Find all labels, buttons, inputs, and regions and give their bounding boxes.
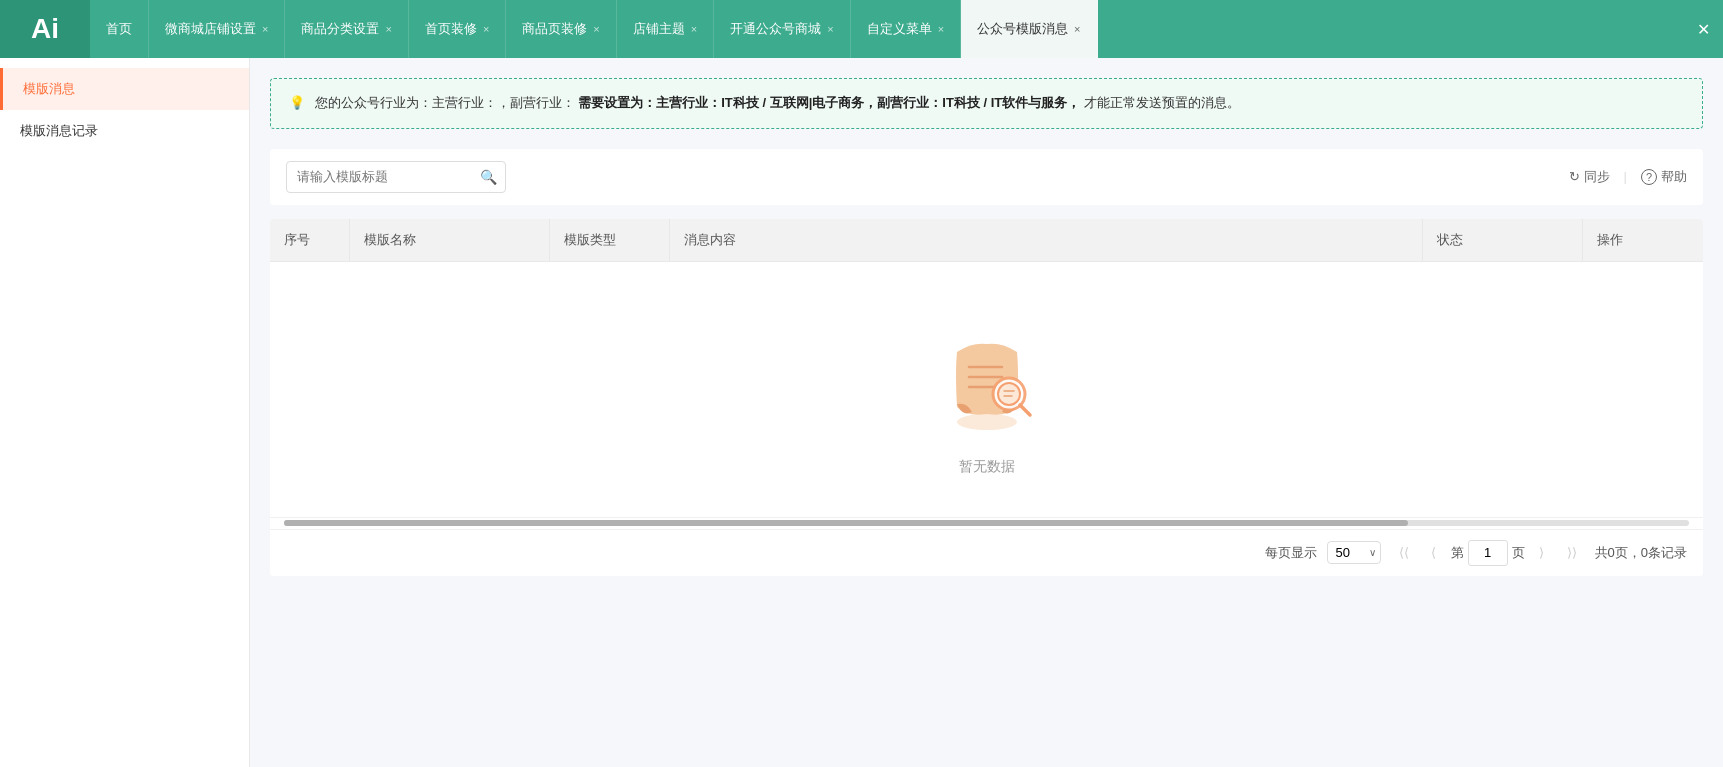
top-nav: Ai 首页微商城店铺设置×商品分类设置×首页装修×商品页装修×店铺主题×开通公众… <box>0 0 1723 58</box>
table-wrapper: 序号模版名称模版类型消息内容状态操作 <box>270 219 1703 576</box>
nav-tab-close-template-msg[interactable]: × <box>1074 23 1080 35</box>
svg-line-6 <box>1020 405 1030 415</box>
empty-text: 暂无数据 <box>959 458 1015 476</box>
nav-tab-home-decor[interactable]: 首页装修× <box>409 0 506 58</box>
first-page-button[interactable]: ⟨⟨ <box>1391 540 1417 566</box>
logo-text: Ai <box>31 13 59 45</box>
empty-illustration <box>927 322 1047 442</box>
th-status: 状态 <box>1423 219 1583 261</box>
notice-suffix: 才能正常发送预置的消息。 <box>1084 95 1240 110</box>
sync-button[interactable]: ↻ 同步 <box>1569 168 1610 186</box>
th-action: 操作 <box>1583 219 1703 261</box>
pagination-area: 每页显示 50 10 20 100 ⟨⟨ ⟨ 第 页 ⟩ ⟩⟩ <box>270 529 1703 576</box>
nav-tab-close-product-decor[interactable]: × <box>593 23 599 35</box>
sidebar-item-template-records[interactable]: 模版消息记录 <box>0 110 249 152</box>
pagination-nav: ⟨⟨ ⟨ 第 页 ⟩ ⟩⟩ <box>1391 540 1585 566</box>
main-layout: 模版消息模版消息记录 💡 您的公众号行业为：主营行业：，副营行业： 需要设置为：… <box>0 58 1723 767</box>
page-label-prefix: 第 <box>1451 544 1464 562</box>
page-size-label: 每页显示 <box>1265 544 1317 562</box>
sync-label: 同步 <box>1584 168 1610 186</box>
nav-tab-close-home-decor[interactable]: × <box>483 23 489 35</box>
nav-tab-product-category[interactable]: 商品分类设置× <box>285 0 408 58</box>
next-page-button[interactable]: ⟩ <box>1529 540 1555 566</box>
nav-tab-shop-theme[interactable]: 店铺主题× <box>617 0 714 58</box>
search-right: ↻ 同步 | ? 帮助 <box>1569 168 1687 186</box>
nav-tab-close-product-category[interactable]: × <box>385 23 391 35</box>
notice-prefix: 您的公众号行业为：主营行业：，副营行业： <box>315 95 575 110</box>
sidebar-item-template-msg[interactable]: 模版消息 <box>0 68 249 110</box>
content-area: 💡 您的公众号行业为：主营行业：，副营行业： 需要设置为：主营行业：IT科技 /… <box>250 58 1723 767</box>
svg-point-0 <box>957 414 1017 430</box>
prev-page-button[interactable]: ⟨ <box>1421 540 1447 566</box>
nav-tab-open-mall[interactable]: 开通公众号商城× <box>714 0 850 58</box>
help-circle-icon: ? <box>1641 169 1657 185</box>
th-index: 序号 <box>270 219 350 261</box>
nav-tab-close-micro-shop[interactable]: × <box>262 23 268 35</box>
scrollbar-area[interactable] <box>270 517 1703 529</box>
th-type: 模版类型 <box>550 219 670 261</box>
page-size-wrap: 50 10 20 100 <box>1327 541 1381 564</box>
table-header: 序号模版名称模版类型消息内容状态操作 <box>270 219 1703 262</box>
page-number-input[interactable] <box>1468 540 1508 566</box>
help-button[interactable]: ? 帮助 <box>1641 168 1687 186</box>
th-content: 消息内容 <box>670 219 1423 261</box>
lightbulb-icon: 💡 <box>289 95 305 110</box>
nav-tab-close-custom-menu[interactable]: × <box>938 23 944 35</box>
last-page-button[interactable]: ⟩⟩ <box>1559 540 1585 566</box>
search-area: 🔍 ↻ 同步 | ? 帮助 <box>270 149 1703 205</box>
logo: Ai <box>0 0 90 58</box>
nav-tab-custom-menu[interactable]: 自定义菜单× <box>851 0 961 58</box>
notice-highlight: 需要设置为：主营行业：IT科技 / 互联网|电子商务，副营行业：IT科技 / I… <box>578 95 1080 110</box>
divider: | <box>1624 169 1627 184</box>
search-left: 🔍 <box>286 161 497 193</box>
nav-tabs: 首页微商城店铺设置×商品分类设置×首页装修×商品页装修×店铺主题×开通公众号商城… <box>90 0 1683 58</box>
notice-box: 💡 您的公众号行业为：主营行业：，副营行业： 需要设置为：主营行业：IT科技 /… <box>270 78 1703 129</box>
search-input[interactable] <box>286 161 506 193</box>
close-all-button[interactable]: ✕ <box>1683 0 1723 58</box>
sync-icon: ↻ <box>1569 169 1580 184</box>
search-icon[interactable]: 🔍 <box>480 169 497 185</box>
scrollbar-track <box>284 520 1689 526</box>
nav-tab-product-decor[interactable]: 商品页装修× <box>506 0 616 58</box>
nav-tab-home[interactable]: 首页 <box>90 0 149 58</box>
nav-tab-micro-shop[interactable]: 微商城店铺设置× <box>149 0 285 58</box>
nav-tab-close-shop-theme[interactable]: × <box>691 23 697 35</box>
nav-tab-template-msg[interactable]: 公众号模版消息× <box>961 0 1097 58</box>
page-size-select[interactable]: 50 10 20 100 <box>1327 541 1381 564</box>
page-total-text: 共0页，0条记录 <box>1595 544 1687 562</box>
help-label: 帮助 <box>1661 168 1687 186</box>
page-label-suffix: 页 <box>1512 544 1525 562</box>
th-name: 模版名称 <box>350 219 550 261</box>
sidebar: 模版消息模版消息记录 <box>0 58 250 767</box>
svg-point-5 <box>998 383 1020 405</box>
empty-state: 暂无数据 <box>270 262 1703 516</box>
scrollbar-thumb <box>284 520 1408 526</box>
nav-tab-close-open-mall[interactable]: × <box>827 23 833 35</box>
